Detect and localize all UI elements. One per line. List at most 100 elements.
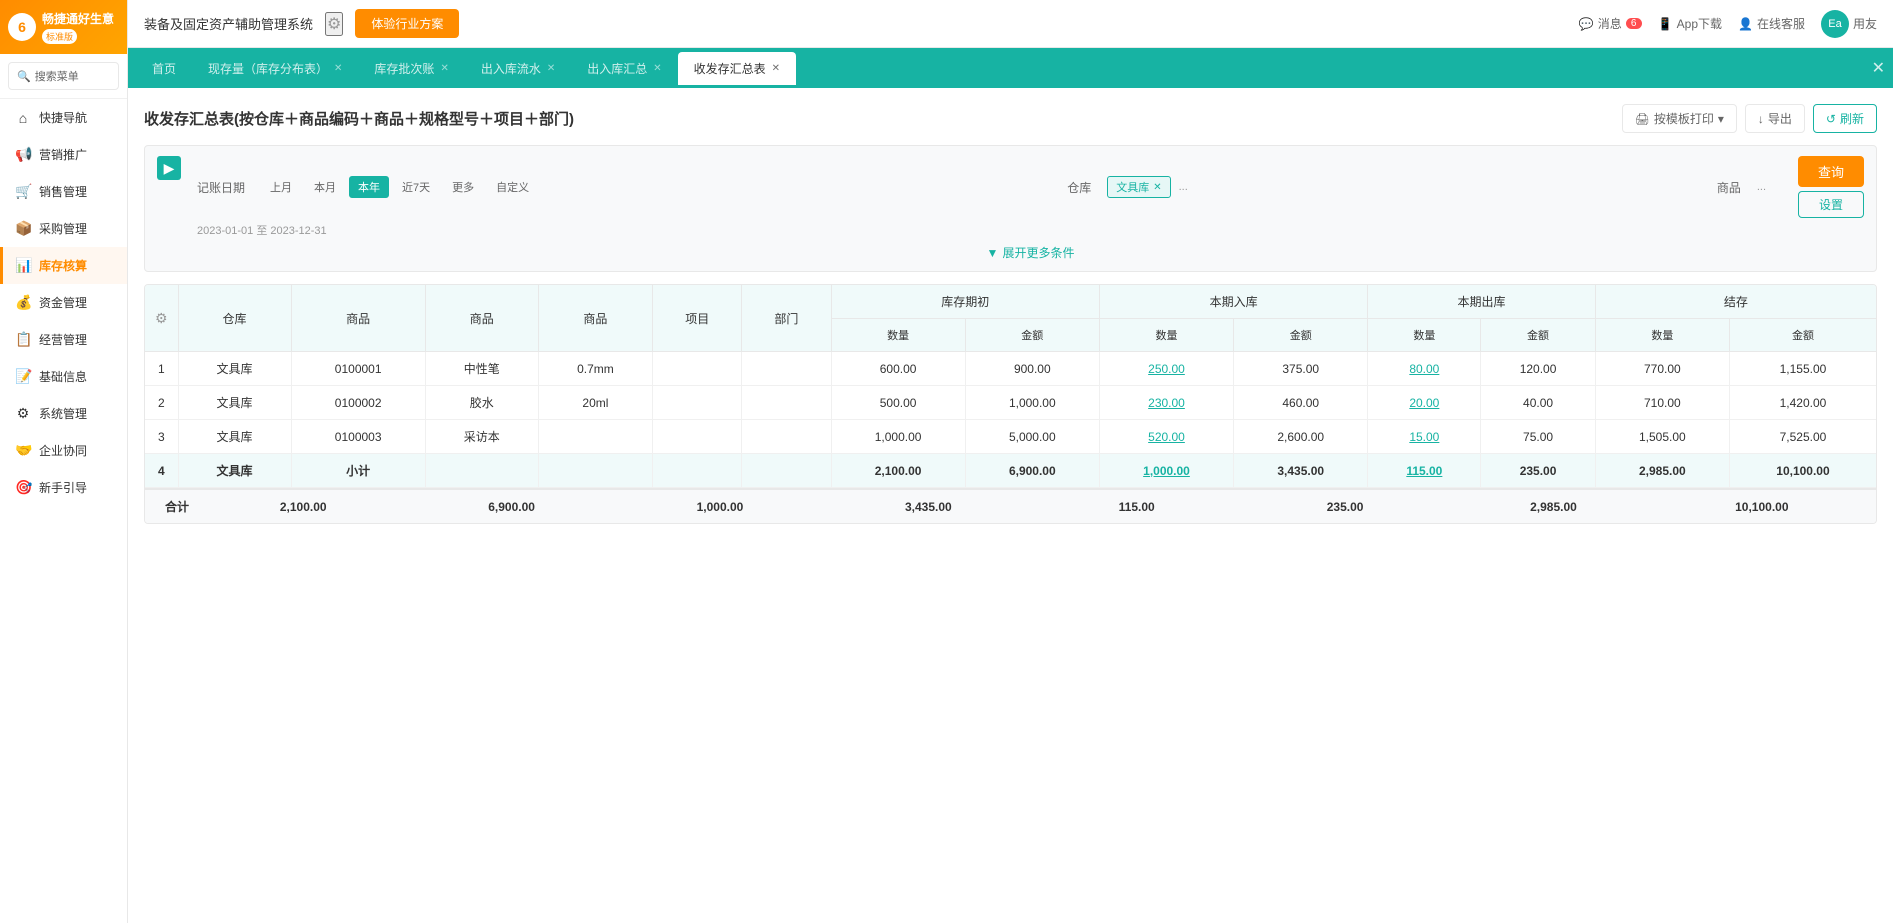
settings-gear-button[interactable]: ⚙ [325, 12, 343, 36]
expand-icon: ▼ [987, 246, 999, 260]
warehouse-more[interactable]: ... [1179, 181, 1188, 193]
th-out-group: 本期出库 [1368, 285, 1595, 319]
row-in-amt: 375.00 [1234, 352, 1368, 386]
date-7days-btn[interactable]: 近7天 [393, 176, 439, 198]
print-button[interactable]: 🖨 按模板打印 ▾ [1622, 104, 1737, 133]
row-goods-name: 采访本 [425, 420, 538, 454]
date-more-btn[interactable]: 更多 [443, 176, 483, 198]
date-custom-btn[interactable]: 自定义 [487, 176, 538, 198]
warehouse-tag-close[interactable]: ✕ [1153, 182, 1161, 193]
date-this-year-btn[interactable]: 本年 [349, 176, 389, 198]
row-warehouse: 文具库 [178, 386, 291, 420]
sidebar-item-enterprise[interactable]: 🤝 企业协同 [0, 432, 127, 469]
tab-flow[interactable]: 出入库流水 ✕ [465, 52, 571, 85]
row-department [742, 386, 831, 420]
th-balance-amt: 金额 [1729, 319, 1876, 352]
sidebar-item-sales[interactable]: 🛒 销售管理 [0, 173, 127, 210]
table-footer: 合计 2,100.00 6,900.00 1,000.00 3,435.00 1… [145, 488, 1876, 523]
th-department: 部门 [742, 285, 831, 352]
main-content: 装备及固定资产辅助管理系统 ⚙ 体验行业方案 💬 消息 6 📱 App下载 👤 … [128, 0, 1893, 923]
sidebar-item-system[interactable]: ⚙ 系统管理 [0, 395, 127, 432]
out-qty-link[interactable]: 20.00 [1409, 396, 1439, 410]
sidebar-item-finance[interactable]: 💰 资金管理 [0, 284, 127, 321]
row-goods-spec: 0.7mm [538, 352, 652, 386]
refresh-button[interactable]: ↺ 刷新 [1813, 104, 1877, 133]
sales-icon: 🛒 [15, 183, 31, 200]
row-balance-amt: 1,420.00 [1729, 386, 1876, 420]
page-title: 收发存汇总表(按仓库＋商品编码＋商品＋规格型号＋项目＋部门) [144, 108, 574, 129]
tab-close-icon[interactable]: ✕ [440, 63, 448, 74]
search-menu-button[interactable]: 🔍 搜索菜单 [8, 62, 119, 90]
online-service-button[interactable]: 👤 在线客服 [1738, 15, 1805, 32]
sidebar-item-newbie[interactable]: 🎯 新手引导 [0, 469, 127, 506]
filter-toggle-button[interactable]: ▶ [157, 156, 181, 180]
total-in-qty: 1,000.00 [616, 500, 824, 514]
date-last-month-btn[interactable]: 上月 [261, 176, 301, 198]
out-qty-link[interactable]: 80.00 [1409, 362, 1439, 376]
sidebar-item-marketing[interactable]: 📢 营销推广 [0, 136, 127, 173]
total-balance-amt: 10,100.00 [1658, 500, 1866, 514]
row-department [742, 420, 831, 454]
app-title: 畅捷通好生意 标准版 [42, 10, 114, 44]
experience-button[interactable]: 体验行业方案 [355, 9, 459, 38]
sidebar-item-inventory[interactable]: 📊 库存核算 [0, 247, 127, 284]
export-button[interactable]: ↓ 导出 [1745, 104, 1805, 133]
subtotal-row: 4 文具库 小计 2,100.00 6,900.00 1,000.00 3,43… [145, 454, 1876, 488]
warehouse-filter-label: 仓库 [1067, 179, 1091, 196]
row-in-qty: 230.00 [1099, 386, 1233, 420]
total-in-amt: 3,435.00 [824, 500, 1032, 514]
in-qty-link[interactable]: 520.00 [1148, 430, 1185, 444]
row-in-qty: 520.00 [1099, 420, 1233, 454]
tab-receive-send-summary[interactable]: 收发存汇总表 ✕ [678, 52, 796, 85]
sidebar-item-basic[interactable]: 📝 基础信息 [0, 358, 127, 395]
row-no: 1 [145, 352, 178, 386]
tab-summary[interactable]: 出入库汇总 ✕ [571, 52, 677, 85]
tab-batch-account[interactable]: 库存批次账 ✕ [358, 52, 464, 85]
close-all-tabs-button[interactable]: ✕ [1872, 58, 1885, 78]
query-button[interactable]: 查询 [1798, 156, 1864, 187]
tab-close-icon[interactable]: ✕ [772, 63, 780, 74]
refresh-icon: ↺ [1826, 112, 1836, 126]
subtotal-in-amt: 3,435.00 [1234, 454, 1368, 488]
tab-inventory-distribution[interactable]: 现存量（库存分布表） ✕ [192, 52, 358, 85]
th-opening-group: 库存期初 [831, 285, 1099, 319]
sidebar-item-quick-nav[interactable]: ⌂ 快捷导航 [0, 99, 127, 136]
subtotal-out-qty: 115.00 [1368, 454, 1481, 488]
goods-more[interactable]: ... [1757, 181, 1766, 193]
th-balance-qty: 数量 [1595, 319, 1729, 352]
subtotal-warehouse: 文具库 [178, 454, 291, 488]
in-qty-link[interactable]: 250.00 [1148, 362, 1185, 376]
row-goods-spec: 20ml [538, 386, 652, 420]
filter-setting-button[interactable]: 设置 [1798, 191, 1864, 218]
app-download-button[interactable]: 📱 App下载 [1658, 15, 1722, 32]
row-opening-qty: 1,000.00 [831, 420, 965, 454]
sidebar-search-area: 🔍 搜索菜单 [0, 54, 127, 99]
in-qty-link[interactable]: 230.00 [1148, 396, 1185, 410]
expand-conditions-button[interactable]: ▼ 展开更多条件 [987, 244, 1075, 261]
user-menu-button[interactable]: Ea 用友 [1821, 10, 1877, 38]
table-row: 2 文具库 0100002 胶水 20ml 500.00 1,000.00 23… [145, 386, 1876, 420]
sidebar-item-purchase[interactable]: 📦 采购管理 [0, 210, 127, 247]
row-goods-code: 0100001 [291, 352, 425, 386]
row-in-qty: 250.00 [1099, 352, 1233, 386]
sidebar-item-operations[interactable]: 📋 经营管理 [0, 321, 127, 358]
tab-home[interactable]: 首页 [136, 52, 192, 85]
th-in-amt: 金额 [1234, 319, 1368, 352]
row-opening-amt: 900.00 [965, 352, 1099, 386]
date-this-month-btn[interactable]: 本月 [305, 176, 345, 198]
out-qty-link[interactable]: 15.00 [1409, 430, 1439, 444]
date-range-display: 2023-01-01 至 2023-12-31 [197, 222, 1864, 238]
tab-close-icon[interactable]: ✕ [547, 63, 555, 74]
message-button[interactable]: 💬 消息 6 [1579, 15, 1642, 32]
goods-filter-label: 商品 [1717, 179, 1741, 196]
filter-expand-area: ▼ 展开更多条件 [197, 244, 1864, 261]
tab-close-icon[interactable]: ✕ [334, 63, 342, 74]
subtotal-in-qty-link[interactable]: 1,000.00 [1143, 464, 1190, 478]
th-in-qty: 数量 [1099, 319, 1233, 352]
tabbar: 首页 现存量（库存分布表） ✕ 库存批次账 ✕ 出入库流水 ✕ 出入库汇总 ✕ … [128, 48, 1893, 88]
tab-close-icon[interactable]: ✕ [653, 63, 661, 74]
row-opening-amt: 5,000.00 [965, 420, 1099, 454]
column-settings-button[interactable]: ⚙ [155, 310, 168, 327]
subtotal-out-qty-link[interactable]: 115.00 [1406, 464, 1442, 478]
row-opening-qty: 500.00 [831, 386, 965, 420]
